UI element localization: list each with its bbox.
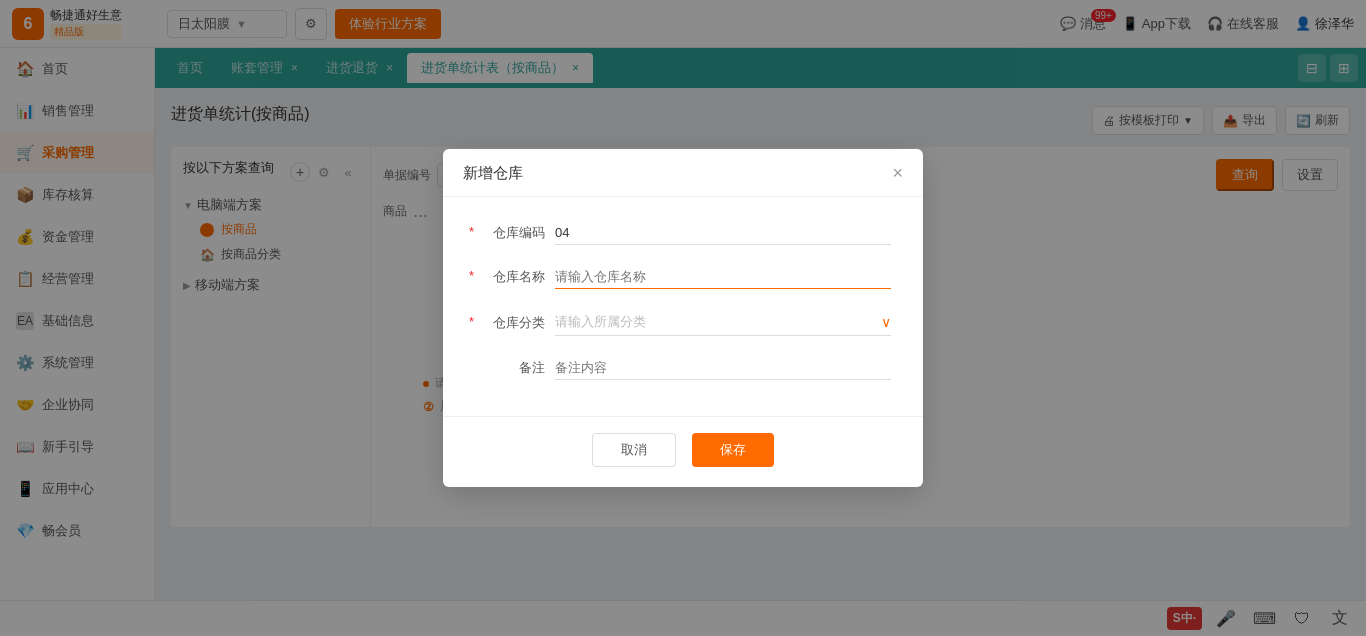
warehouse-name-input[interactable] [555, 265, 891, 289]
warehouse-category-row: 仓库分类 请输入所属分类 ∨ [475, 309, 891, 336]
modal-header: 新增仓库 × [443, 149, 923, 197]
cancel-button[interactable]: 取消 [592, 433, 676, 467]
new-warehouse-modal: 新增仓库 × 仓库编码 仓库名称 仓库分类 请输入所属分类 ∨ [443, 149, 923, 487]
warehouse-name-row: 仓库名称 [475, 265, 891, 289]
warehouse-remark-row: 备注 [475, 356, 891, 380]
warehouse-name-label: 仓库名称 [475, 268, 555, 286]
warehouse-code-row: 仓库编码 [475, 221, 891, 245]
modal-footer: 取消 保存 [443, 416, 923, 487]
modal-title: 新增仓库 [463, 164, 523, 183]
warehouse-code-label: 仓库编码 [475, 224, 555, 242]
warehouse-category-label: 仓库分类 [475, 314, 555, 332]
warehouse-remark-label: 备注 [475, 359, 555, 377]
category-dropdown-icon: ∨ [881, 314, 891, 330]
warehouse-code-input[interactable] [555, 221, 891, 245]
warehouse-remark-input[interactable] [555, 356, 891, 380]
save-button[interactable]: 保存 [692, 433, 774, 467]
modal-close-icon[interactable]: × [892, 163, 903, 184]
warehouse-category-select[interactable]: 请输入所属分类 ∨ [555, 309, 891, 336]
modal-body: 仓库编码 仓库名称 仓库分类 请输入所属分类 ∨ 备注 [443, 197, 923, 416]
modal-overlay[interactable]: 新增仓库 × 仓库编码 仓库名称 仓库分类 请输入所属分类 ∨ [0, 0, 1366, 636]
